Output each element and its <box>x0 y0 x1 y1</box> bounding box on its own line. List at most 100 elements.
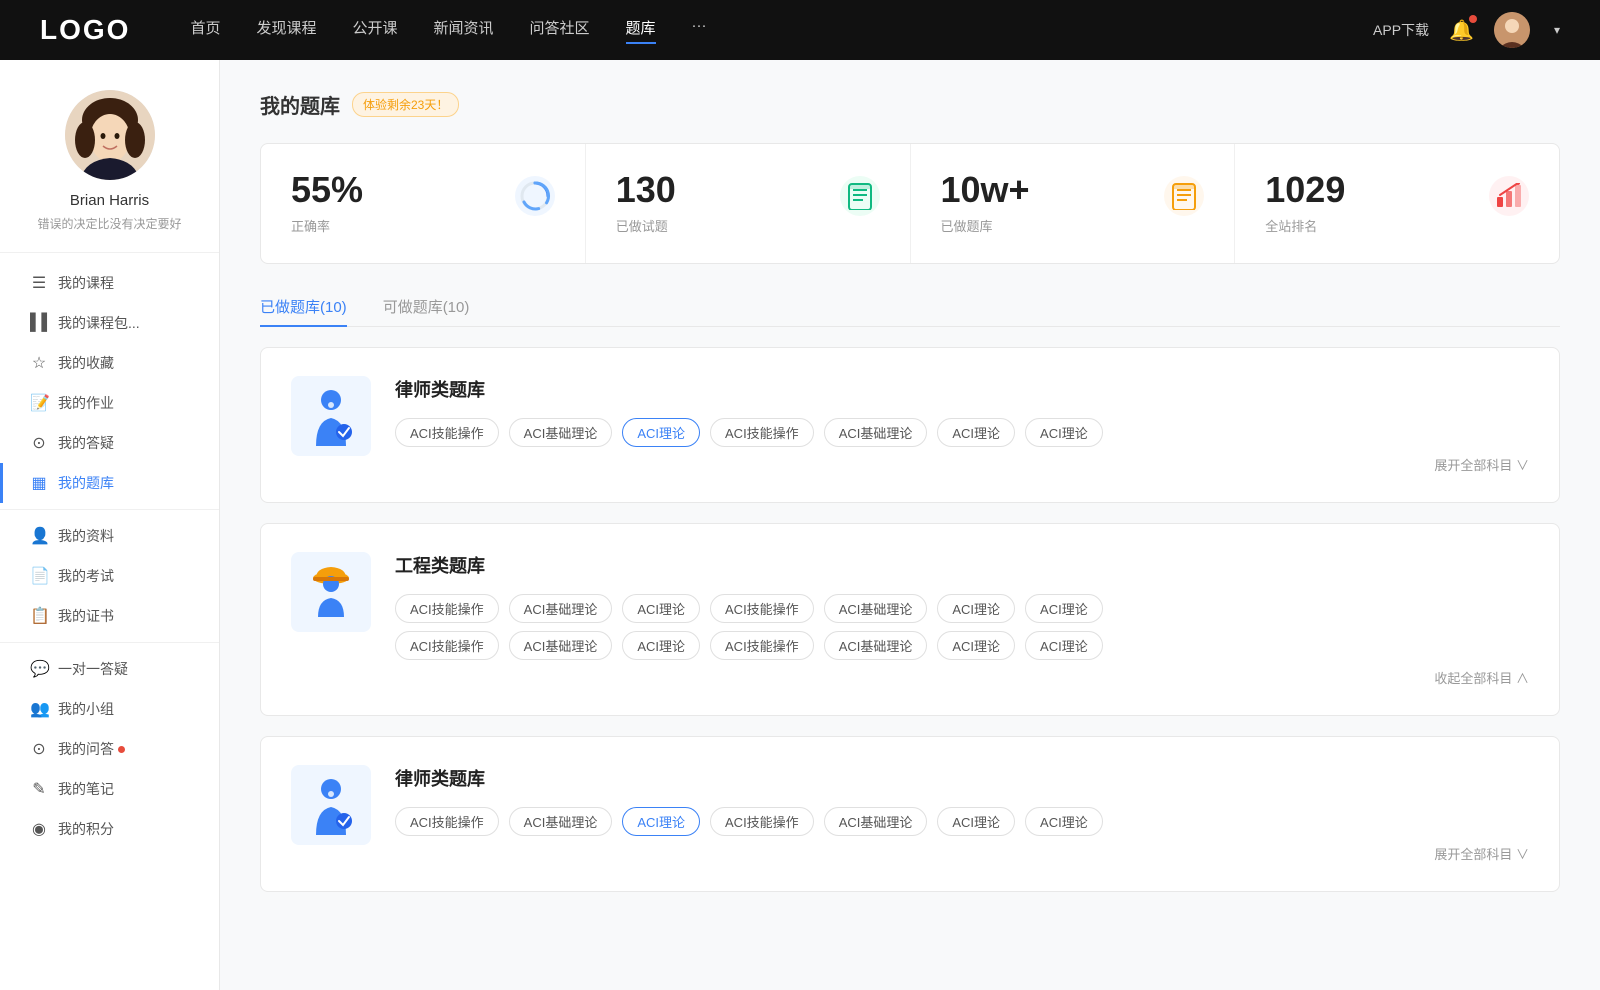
notes-icon: ✎ <box>30 779 48 799</box>
expand-engineer[interactable]: 收起全部科目 ∧ <box>395 668 1529 687</box>
lawyer2-icon <box>291 765 371 845</box>
rank-icon <box>1489 176 1529 216</box>
stat-rank-value: 1029 <box>1265 172 1475 208</box>
tag[interactable]: ACI基础理论 <box>824 418 928 447</box>
stat-accuracy-label: 正确率 <box>291 216 501 235</box>
tag[interactable]: ACI理论 <box>1025 594 1103 623</box>
sidebar-avatar <box>65 90 155 180</box>
nav-more[interactable]: ··· <box>692 17 707 44</box>
engineer-title: 工程类题库 <box>395 552 1529 578</box>
lawyer2-body: 律师类题库 ACI技能操作 ACI基础理论 ACI理论 ACI技能操作 ACI基… <box>395 765 1529 863</box>
tag[interactable]: ACI基础理论 <box>509 807 613 836</box>
sidebar-motto: 错误的决定比没有决定要好 <box>21 215 197 232</box>
cert-icon: 📋 <box>30 606 48 626</box>
sidebar-nav-item-notes[interactable]: ✎ 我的笔记 <box>0 769 219 809</box>
tag[interactable]: ACI基础理论 <box>509 418 613 447</box>
profile-icon: 👤 <box>30 526 48 546</box>
trial-badge: 体验剩余23天！ <box>352 92 459 117</box>
sidebar-nav-item-questions[interactable]: ⊙ 我的答疑 <box>0 423 219 463</box>
engineer-tags-row1: ACI技能操作 ACI基础理论 ACI理论 ACI技能操作 ACI基础理论 AC… <box>395 594 1529 623</box>
app-download[interactable]: APP下载 <box>1373 20 1429 40</box>
tag[interactable]: ACI基础理论 <box>824 807 928 836</box>
expand-lawyer2[interactable]: 展开全部科目 ∨ <box>395 844 1529 863</box>
tag[interactable]: ACI技能操作 <box>395 631 499 660</box>
tag-active[interactable]: ACI理论 <box>622 807 700 836</box>
tag[interactable]: ACI基础理论 <box>509 594 613 623</box>
avatar-chevron[interactable]: ▾ <box>1554 23 1560 37</box>
oneone-icon: 💬 <box>30 659 48 679</box>
stat-questions-label: 已做试题 <box>616 216 826 235</box>
group-icon: 👥 <box>30 699 48 719</box>
tag-active[interactable]: ACI理论 <box>622 418 700 447</box>
notification-bell[interactable]: 🔔 <box>1449 18 1474 43</box>
exam-icon: 📄 <box>30 566 48 586</box>
tabs-row: 已做题库(10) 可做题库(10) <box>260 288 1560 327</box>
tab-available[interactable]: 可做题库(10) <box>383 288 470 327</box>
stat-rank-label: 全站排名 <box>1265 216 1475 235</box>
tag[interactable]: ACI技能操作 <box>710 807 814 836</box>
nav-home[interactable]: 首页 <box>190 17 220 44</box>
nav-qa[interactable]: 问答社区 <box>530 17 590 44</box>
tag[interactable]: ACI技能操作 <box>395 594 499 623</box>
tag[interactable]: ACI基础理论 <box>509 631 613 660</box>
avatar[interactable] <box>1494 12 1530 48</box>
lawyer1-tags: ACI技能操作 ACI基础理论 ACI理论 ACI技能操作 ACI基础理论 AC… <box>395 418 1529 447</box>
nav-discover[interactable]: 发现课程 <box>256 17 316 44</box>
logo: LOGO <box>40 14 130 46</box>
sidebar-profile: Brian Harris 错误的决定比没有决定要好 <box>0 90 219 253</box>
page-title: 我的题库 <box>260 90 340 119</box>
stat-questions-done: 130 已做试题 <box>586 144 911 263</box>
tag[interactable]: ACI理论 <box>622 631 700 660</box>
tag[interactable]: ACI理论 <box>622 594 700 623</box>
homework-icon: 📝 <box>30 393 48 413</box>
nav-open-course[interactable]: 公开课 <box>352 17 397 44</box>
tag[interactable]: ACI基础理论 <box>824 594 928 623</box>
sidebar-nav-item-favorites[interactable]: ☆ 我的收藏 <box>0 343 219 383</box>
nav-qbank[interactable]: 题库 <box>626 17 656 44</box>
engineer-icon <box>291 552 371 632</box>
banks-done-icon <box>1164 176 1204 216</box>
tag[interactable]: ACI理论 <box>937 594 1015 623</box>
sidebar-nav-item-points[interactable]: ◉ 我的积分 <box>0 809 219 849</box>
lawyer1-body: 律师类题库 ACI技能操作 ACI基础理论 ACI理论 ACI技能操作 ACI基… <box>395 376 1529 474</box>
sidebar-username: Brian Harris <box>70 192 149 209</box>
tag[interactable]: ACI技能操作 <box>395 807 499 836</box>
sidebar-nav-item-oneone[interactable]: 💬 一对一答疑 <box>0 649 219 689</box>
tab-done[interactable]: 已做题库(10) <box>260 288 347 327</box>
sidebar: Brian Harris 错误的决定比没有决定要好 ☰ 我的课程 ▌▌ 我的课程… <box>0 60 220 990</box>
questions-icon: ⊙ <box>30 433 48 453</box>
tag[interactable]: ACI技能操作 <box>710 631 814 660</box>
qbank-card-lawyer1: 律师类题库 ACI技能操作 ACI基础理论 ACI理论 ACI技能操作 ACI基… <box>260 347 1560 503</box>
sidebar-nav-item-courses[interactable]: ☰ 我的课程 <box>0 263 219 303</box>
nav-news[interactable]: 新闻资讯 <box>434 17 494 44</box>
page-container: Brian Harris 错误的决定比没有决定要好 ☰ 我的课程 ▌▌ 我的课程… <box>0 60 1600 990</box>
sidebar-nav-item-exam[interactable]: 📄 我的考试 <box>0 556 219 596</box>
sidebar-nav-item-qbank[interactable]: ▦ 我的题库 <box>0 463 219 503</box>
sidebar-nav-item-qa[interactable]: ⊙ 我的问答 <box>0 729 219 769</box>
tag[interactable]: ACI理论 <box>937 807 1015 836</box>
tag[interactable]: ACI理论 <box>1025 418 1103 447</box>
sidebar-nav-item-profile[interactable]: 👤 我的资料 <box>0 516 219 556</box>
tag[interactable]: ACI理论 <box>1025 631 1103 660</box>
courses-icon: ☰ <box>30 273 48 293</box>
engineer-body: 工程类题库 ACI技能操作 ACI基础理论 ACI理论 ACI技能操作 ACI基… <box>395 552 1529 687</box>
tag[interactable]: ACI理论 <box>1025 807 1103 836</box>
lawyer2-tags: ACI技能操作 ACI基础理论 ACI理论 ACI技能操作 ACI基础理论 AC… <box>395 807 1529 836</box>
tag[interactable]: ACI技能操作 <box>710 418 814 447</box>
expand-lawyer1[interactable]: 展开全部科目 ∨ <box>395 455 1529 474</box>
tag[interactable]: ACI理论 <box>937 418 1015 447</box>
page-header: 我的题库 体验剩余23天！ <box>260 90 1560 119</box>
sidebar-nav-item-course-pkg[interactable]: ▌▌ 我的课程包... <box>0 303 219 343</box>
qbank-card-engineer: 工程类题库 ACI技能操作 ACI基础理论 ACI理论 ACI技能操作 ACI基… <box>260 523 1560 716</box>
sidebar-nav-item-cert[interactable]: 📋 我的证书 <box>0 596 219 636</box>
tag[interactable]: ACI技能操作 <box>710 594 814 623</box>
questions-done-icon <box>840 176 880 216</box>
sidebar-nav-item-homework[interactable]: 📝 我的作业 <box>0 383 219 423</box>
stat-questions-value: 130 <box>616 172 826 208</box>
stat-banks-value: 10w+ <box>941 172 1151 208</box>
sidebar-nav-item-group[interactable]: 👥 我的小组 <box>0 689 219 729</box>
tag[interactable]: ACI基础理论 <box>824 631 928 660</box>
tag[interactable]: ACI理论 <box>937 631 1015 660</box>
tag[interactable]: ACI技能操作 <box>395 418 499 447</box>
stat-accuracy-value: 55% <box>291 172 501 208</box>
